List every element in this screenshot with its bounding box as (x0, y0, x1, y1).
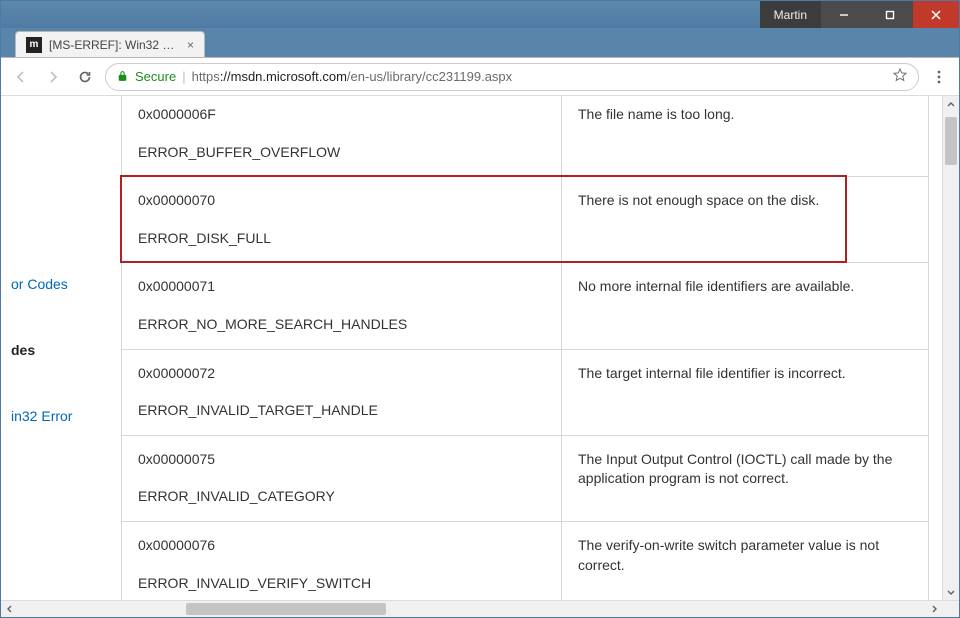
maximize-icon (884, 9, 896, 21)
error-name: ERROR_DISK_FULL (138, 229, 545, 249)
sidebar-item-error-codes[interactable]: or Codes (11, 276, 101, 292)
sidebar-nav: or Codes des in32 Error (1, 96, 101, 617)
error-name: ERROR_INVALID_TARGET_HANDLE (138, 401, 545, 421)
chevron-left-icon (5, 604, 15, 614)
scroll-right-button[interactable] (925, 601, 942, 618)
vertical-scrollbar[interactable] (942, 96, 959, 600)
vertical-scroll-thumb[interactable] (945, 117, 957, 165)
back-button[interactable] (9, 65, 33, 89)
tab-strip: m [MS-ERREF]: Win32 Error × (1, 28, 959, 58)
error-code: 0x00000075 (138, 450, 545, 470)
bookmark-button[interactable] (892, 67, 908, 86)
maximize-button[interactable] (867, 1, 913, 28)
horizontal-scroll-thumb[interactable] (186, 603, 386, 615)
error-name: ERROR_INVALID_VERIFY_SWITCH (138, 574, 545, 594)
browser-menu-button[interactable] (927, 65, 951, 89)
favicon-icon: m (26, 37, 42, 53)
close-icon (930, 9, 942, 21)
horizontal-scroll-track[interactable] (18, 601, 925, 617)
error-description-cell: There is not enough space on the disk. (562, 177, 929, 263)
error-name: ERROR_INVALID_CATEGORY (138, 487, 545, 507)
scroll-down-button[interactable] (943, 583, 959, 600)
error-description-cell: The Input Output Control (IOCTL) call ma… (562, 435, 929, 521)
error-name: ERROR_NO_MORE_SEARCH_HANDLES (138, 315, 545, 335)
minimize-button[interactable] (821, 1, 867, 28)
tab-close-icon[interactable]: × (187, 38, 194, 52)
chevron-right-icon (929, 604, 939, 614)
error-description-cell: No more internal file identifiers are av… (562, 263, 929, 349)
page-viewport: or Codes des in32 Error 0x0000006F ERROR_… (1, 96, 959, 617)
horizontal-scrollbar[interactable] (1, 600, 959, 617)
address-bar[interactable]: Secure | https://msdn.microsoft.com/en-u… (105, 63, 919, 91)
error-name: ERROR_BUFFER_OVERFLOW (138, 143, 545, 163)
forward-button[interactable] (41, 65, 65, 89)
error-code: 0x00000076 (138, 536, 545, 556)
error-code-cell: 0x00000071 ERROR_NO_MORE_SEARCH_HANDLES (122, 263, 562, 349)
error-code-cell: 0x00000070 ERROR_DISK_FULL (122, 177, 562, 263)
error-code: 0x00000071 (138, 277, 545, 297)
error-code: 0x0000006F (138, 105, 545, 125)
table-row: 0x00000071 ERROR_NO_MORE_SEARCH_HANDLES No… (122, 263, 929, 349)
window-frame: Martin m [MS-ERREF]: Win32 Error × Sec (0, 0, 960, 618)
url-path: /en-us/library/cc231199.aspx (347, 69, 512, 84)
error-description-cell: The verify-on-write switch parameter val… (562, 521, 929, 607)
secure-label: Secure (135, 69, 176, 84)
error-description-cell: The file name is too long. (562, 96, 929, 177)
error-code-cell: 0x0000006F ERROR_BUFFER_OVERFLOW (122, 96, 562, 177)
sidebar-item-win32-error[interactable]: in32 Error (11, 408, 101, 424)
reload-icon (77, 69, 93, 85)
scroll-left-button[interactable] (1, 601, 18, 618)
reload-button[interactable] (73, 65, 97, 89)
vertical-scroll-track[interactable] (943, 113, 959, 583)
sidebar-item-codes: des (11, 342, 101, 358)
error-code-cell: 0x00000072 ERROR_INVALID_TARGET_HANDLE (122, 349, 562, 435)
chevron-up-icon (946, 100, 956, 110)
window-titlebar[interactable]: Martin (1, 1, 959, 28)
star-icon (892, 67, 908, 83)
chevron-down-icon (946, 587, 956, 597)
table-row: 0x00000075 ERROR_INVALID_CATEGORY The Inpu… (122, 435, 929, 521)
table-row: 0x00000076 ERROR_INVALID_VERIFY_SWITCH The… (122, 521, 929, 607)
error-code: 0x00000072 (138, 364, 545, 384)
tab-title: [MS-ERREF]: Win32 Error (49, 38, 179, 52)
titlebar-spacer (1, 1, 760, 28)
table-row: 0x0000006F ERROR_BUFFER_OVERFLOW The file … (122, 96, 929, 177)
content-area: or Codes des in32 Error 0x0000006F ERROR_… (1, 96, 959, 617)
browser-tab[interactable]: m [MS-ERREF]: Win32 Error × (15, 31, 205, 57)
error-code-cell: 0x00000076 ERROR_INVALID_VERIFY_SWITCH (122, 521, 562, 607)
kebab-icon (931, 69, 947, 85)
error-description-cell: The target internal file identifier is i… (562, 349, 929, 435)
table-row: 0x00000072 ERROR_INVALID_TARGET_HANDLE The… (122, 349, 929, 435)
table-row: 0x00000070 ERROR_DISK_FULL There is not en… (122, 177, 929, 263)
scrollbar-corner (942, 601, 959, 618)
minimize-icon (838, 9, 850, 21)
error-code: 0x00000070 (138, 191, 545, 211)
url-text: https://msdn.microsoft.com/en-us/library… (192, 69, 513, 84)
lock-icon (116, 70, 129, 83)
url-host: ://msdn.microsoft.com (220, 69, 347, 84)
url-scheme: https (192, 69, 220, 84)
close-button[interactable] (913, 1, 959, 28)
arrow-right-icon (45, 69, 61, 85)
error-code-table: 0x0000006F ERROR_BUFFER_OVERFLOW The file … (121, 96, 929, 617)
titlebar-user-label[interactable]: Martin (760, 1, 821, 28)
browser-toolbar: Secure | https://msdn.microsoft.com/en-u… (1, 58, 959, 96)
arrow-left-icon (13, 69, 29, 85)
url-separator: | (182, 69, 185, 84)
scroll-up-button[interactable] (943, 96, 959, 113)
main-content: 0x0000006F ERROR_BUFFER_OVERFLOW The file … (101, 96, 959, 617)
error-code-cell: 0x00000075 ERROR_INVALID_CATEGORY (122, 435, 562, 521)
